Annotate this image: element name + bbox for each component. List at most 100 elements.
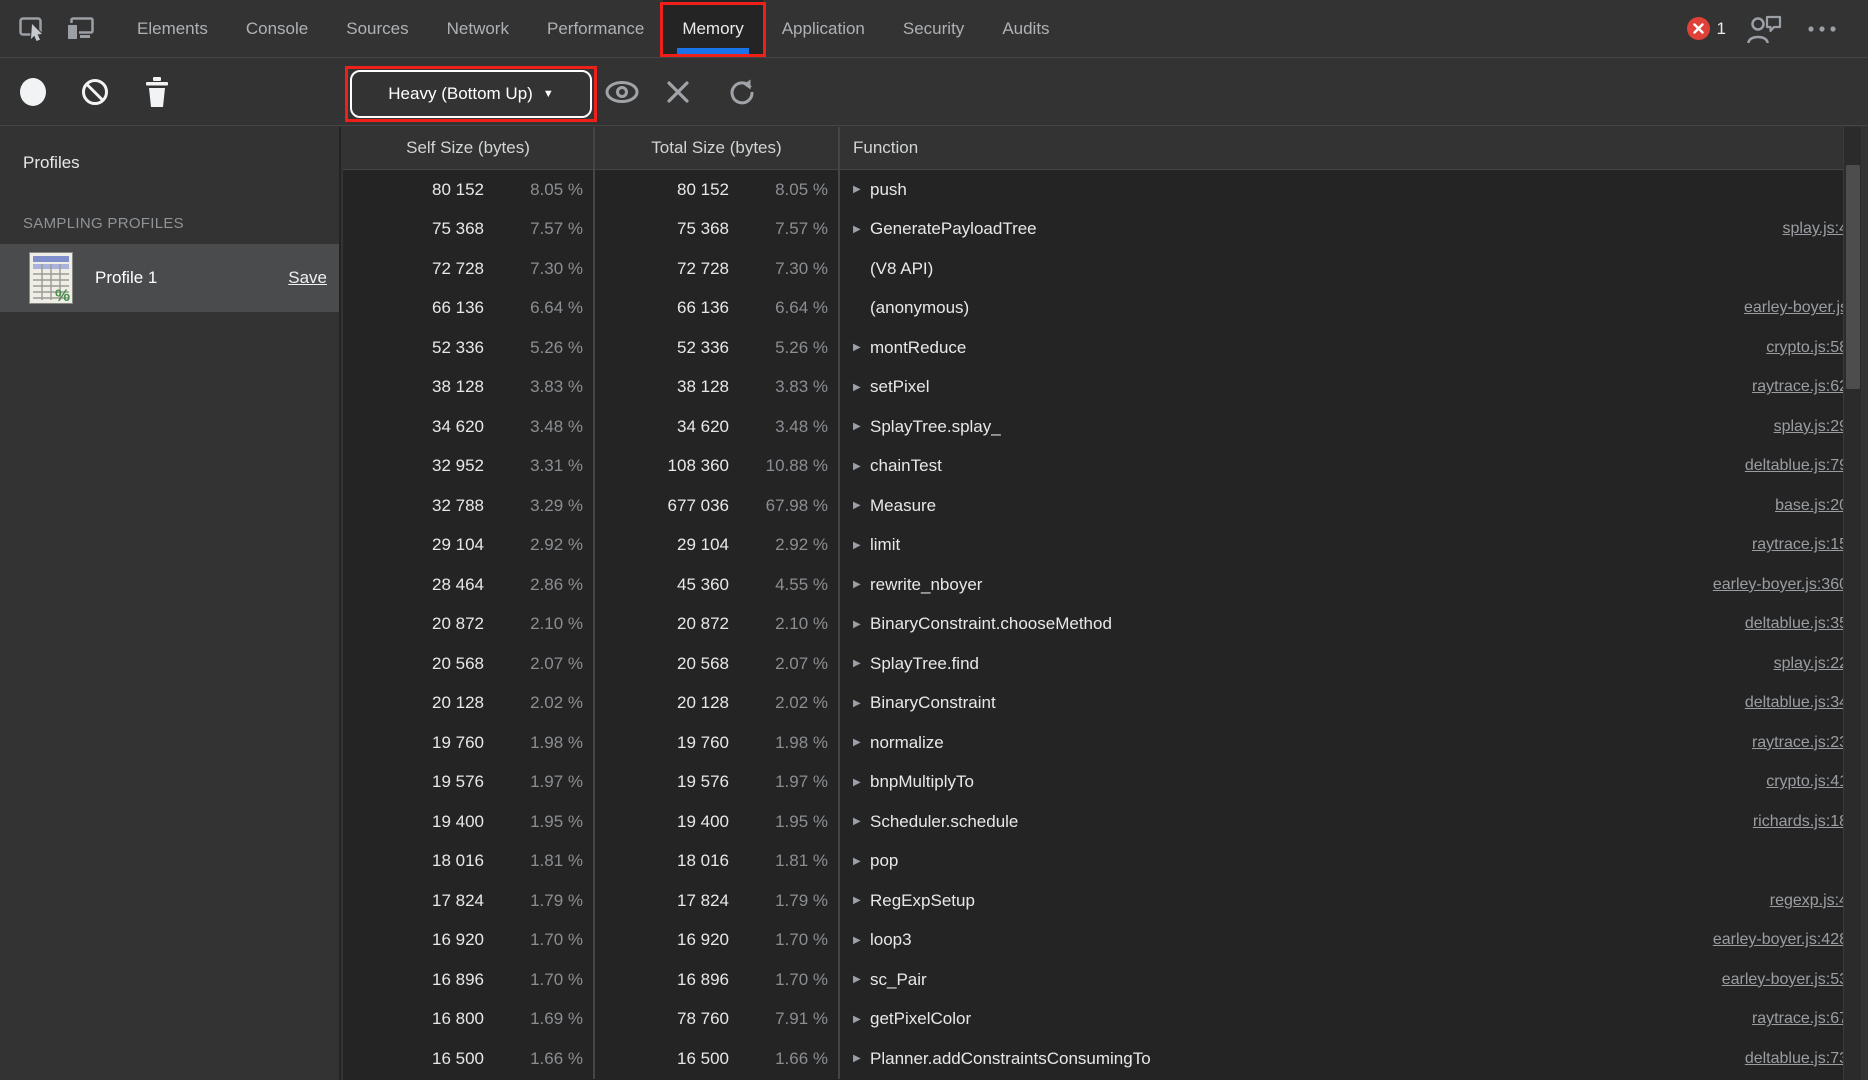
expand-triangle-icon[interactable]: ▶	[853, 658, 870, 669]
tab-memory[interactable]: Memory	[663, 0, 763, 57]
table-row[interactable]: 66 136 6.64 % 66 136 6.64 % (anonymous) earle…	[343, 288, 1843, 328]
expand-triangle-icon[interactable]: ▶	[853, 500, 870, 511]
source-link[interactable]: deltablue.js:35	[1725, 615, 1843, 633]
table-row[interactable]: 16 920 1.70 % 16 920 1.70 % ▶ loop3 earley-boy…	[343, 920, 1843, 960]
table-row[interactable]: 19 760 1.98 % 19 760 1.98 % ▶ normalize raytra…	[343, 723, 1843, 763]
function-cell[interactable]: ▶ sc_Pair earley-boyer.js:53	[838, 960, 1843, 1000]
table-row[interactable]: 16 896 1.70 % 16 896 1.70 % ▶ sc_Pair earley-b…	[343, 960, 1843, 1000]
table-row[interactable]: 19 400 1.95 % 19 400 1.95 % ▶ Scheduler.sched…	[343, 802, 1843, 842]
source-link[interactable]: raytrace.js:15	[1732, 536, 1843, 554]
table-row[interactable]: 72 728 7.30 % 72 728 7.30 % (V8 API)	[343, 249, 1843, 289]
source-link[interactable]: regexp.js:4	[1750, 892, 1843, 910]
table-row[interactable]: 20 568 2.07 % 20 568 2.07 % ▶ SplayTree.find s…	[343, 644, 1843, 684]
tab-console[interactable]: Console	[227, 0, 327, 57]
table-row[interactable]: 32 952 3.31 % 108 360 10.88 % ▶ chainTest delt…	[343, 446, 1843, 486]
feedback-icon[interactable]	[1744, 13, 1784, 45]
table-row[interactable]: 52 336 5.26 % 52 336 5.26 % ▶ montReduce crypt…	[343, 328, 1843, 368]
expand-triangle-icon[interactable]: ▶	[853, 1053, 870, 1064]
expand-triangle-icon[interactable]: ▶	[853, 974, 870, 985]
table-row[interactable]: 17 824 1.79 % 17 824 1.79 % ▶ RegExpSetup rege…	[343, 881, 1843, 921]
source-link[interactable]: earley-boyer.js	[1724, 299, 1843, 317]
function-cell[interactable]: ▶ GeneratePayloadTree splay.js:4	[838, 209, 1843, 249]
table-row[interactable]: 18 016 1.81 % 18 016 1.81 % ▶ pop	[343, 841, 1843, 881]
function-cell[interactable]: ▶ setPixel raytrace.js:62	[838, 367, 1843, 407]
function-cell[interactable]: (anonymous) earley-boyer.js	[838, 288, 1843, 328]
refresh-icon[interactable]	[726, 58, 758, 126]
function-cell[interactable]: ▶ bnpMultiplyTo crypto.js:41	[838, 762, 1843, 802]
function-cell[interactable]: ▶ loop3 earley-boyer.js:428	[838, 920, 1843, 960]
vertical-scrollbar[interactable]	[1843, 127, 1861, 1080]
save-profile-link[interactable]: Save	[288, 268, 327, 288]
expand-triangle-icon[interactable]: ▶	[853, 342, 870, 353]
table-row[interactable]: 34 620 3.48 % 34 620 3.48 % ▶ SplayTree.splay…	[343, 407, 1843, 447]
column-header-self-size[interactable]: Self Size (bytes)	[343, 127, 593, 169]
source-link[interactable]: splay.js:22	[1754, 655, 1843, 673]
expand-triangle-icon[interactable]: ▶	[853, 856, 870, 867]
more-options-icon[interactable]	[1802, 25, 1842, 33]
expand-triangle-icon[interactable]: ▶	[853, 777, 870, 788]
source-link[interactable]: deltablue.js:79	[1725, 457, 1843, 475]
function-cell[interactable]: ▶ limit raytrace.js:15	[838, 525, 1843, 565]
expand-triangle-icon[interactable]: ▶	[853, 382, 870, 393]
table-row[interactable]: 38 128 3.83 % 38 128 3.83 % ▶ setPixel raytrac…	[343, 367, 1843, 407]
expand-triangle-icon[interactable]: ▶	[853, 698, 870, 709]
expand-triangle-icon[interactable]: ▶	[853, 184, 870, 195]
function-cell[interactable]: ▶ Scheduler.schedule richards.js:18	[838, 802, 1843, 842]
table-row[interactable]: 20 872 2.10 % 20 872 2.10 % ▶ BinaryConstrain…	[343, 604, 1843, 644]
source-link[interactable]: earley-boyer.js:360	[1693, 576, 1843, 594]
expand-triangle-icon[interactable]: ▶	[853, 737, 870, 748]
source-link[interactable]: crypto.js:58	[1746, 339, 1843, 357]
close-icon[interactable]	[662, 58, 694, 126]
expand-triangle-icon[interactable]: ▶	[853, 540, 870, 551]
source-link[interactable]: raytrace.js:23	[1732, 734, 1843, 752]
device-toolbar-icon[interactable]	[56, 0, 104, 57]
expand-triangle-icon[interactable]: ▶	[853, 816, 870, 827]
expand-triangle-icon[interactable]: ▶	[853, 461, 870, 472]
function-cell[interactable]: ▶ normalize raytrace.js:23	[838, 723, 1843, 763]
tab-network[interactable]: Network	[428, 0, 528, 57]
function-cell[interactable]: ▶ Measure base.js:20	[838, 486, 1843, 526]
function-cell[interactable]: ▶ rewrite_nboyer earley-boyer.js:360	[838, 565, 1843, 605]
tab-elements[interactable]: Elements	[118, 0, 227, 57]
table-row[interactable]: 16 800 1.69 % 78 760 7.91 % ▶ getPixelColor ra…	[343, 999, 1843, 1039]
function-cell[interactable]: ▶ pop	[838, 841, 1843, 881]
expand-triangle-icon[interactable]: ▶	[853, 935, 870, 946]
tab-audits[interactable]: Audits	[983, 0, 1068, 57]
table-row[interactable]: 75 368 7.57 % 75 368 7.57 % ▶ GeneratePayload…	[343, 209, 1843, 249]
expand-triangle-icon[interactable]: ▶	[853, 224, 870, 235]
function-cell[interactable]: ▶ RegExpSetup regexp.js:4	[838, 881, 1843, 921]
source-link[interactable]: base.js:20	[1755, 497, 1843, 515]
profile-view-dropdown[interactable]: Heavy (Bottom Up) ▼	[350, 70, 592, 118]
expand-triangle-icon[interactable]: ▶	[853, 579, 870, 590]
source-link[interactable]: splay.js:4	[1762, 220, 1843, 238]
expand-triangle-icon[interactable]: ▶	[853, 619, 870, 630]
source-link[interactable]: deltablue.js:34	[1725, 694, 1843, 712]
tab-sources[interactable]: Sources	[327, 0, 427, 57]
table-row[interactable]: 20 128 2.02 % 20 128 2.02 % ▶ BinaryConstrain…	[343, 683, 1843, 723]
function-cell[interactable]: ▶ SplayTree.find splay.js:22	[838, 644, 1843, 684]
expand-triangle-icon[interactable]: ▶	[853, 895, 870, 906]
function-cell[interactable]: ▶ BinaryConstraint.chooseMethod deltablue.…	[838, 604, 1843, 644]
source-link[interactable]: richards.js:18	[1733, 813, 1843, 831]
table-row[interactable]: 28 464 2.86 % 45 360 4.55 % ▶ rewrite_nboyer e…	[343, 565, 1843, 605]
function-cell[interactable]: ▶ BinaryConstraint deltablue.js:34	[838, 683, 1843, 723]
clear-all-profiles-button[interactable]	[80, 58, 110, 126]
function-cell[interactable]: ▶ Planner.addConstraintsConsumingTo deltab…	[838, 1039, 1843, 1079]
record-profile-button[interactable]	[18, 58, 48, 126]
inspect-element-icon[interactable]	[8, 0, 56, 57]
expand-triangle-icon[interactable]: ▶	[853, 1014, 870, 1025]
table-row[interactable]: 19 576 1.97 % 19 576 1.97 % ▶ bnpMultiplyTo cr…	[343, 762, 1843, 802]
scrollbar-thumb[interactable]	[1846, 165, 1860, 389]
source-link[interactable]: raytrace.js:67	[1732, 1010, 1843, 1028]
column-header-function[interactable]: Function	[838, 127, 1843, 169]
column-header-total-size[interactable]: Total Size (bytes)	[593, 127, 838, 169]
table-row[interactable]: 29 104 2.92 % 29 104 2.92 % ▶ limit raytrace.j…	[343, 525, 1843, 565]
function-cell[interactable]: ▶ getPixelColor raytrace.js:67	[838, 999, 1843, 1039]
source-link[interactable]: raytrace.js:62	[1732, 378, 1843, 396]
source-link[interactable]: earley-boyer.js:53	[1702, 971, 1843, 989]
expand-triangle-icon[interactable]: ▶	[853, 421, 870, 432]
table-row[interactable]: 80 152 8.05 % 80 152 8.05 % ▶ push	[343, 170, 1843, 210]
tab-security[interactable]: Security	[884, 0, 983, 57]
error-badge[interactable]: 1	[1686, 17, 1726, 40]
table-row[interactable]: 16 500 1.66 % 16 500 1.66 % ▶ Planner.addCons…	[343, 1039, 1843, 1079]
